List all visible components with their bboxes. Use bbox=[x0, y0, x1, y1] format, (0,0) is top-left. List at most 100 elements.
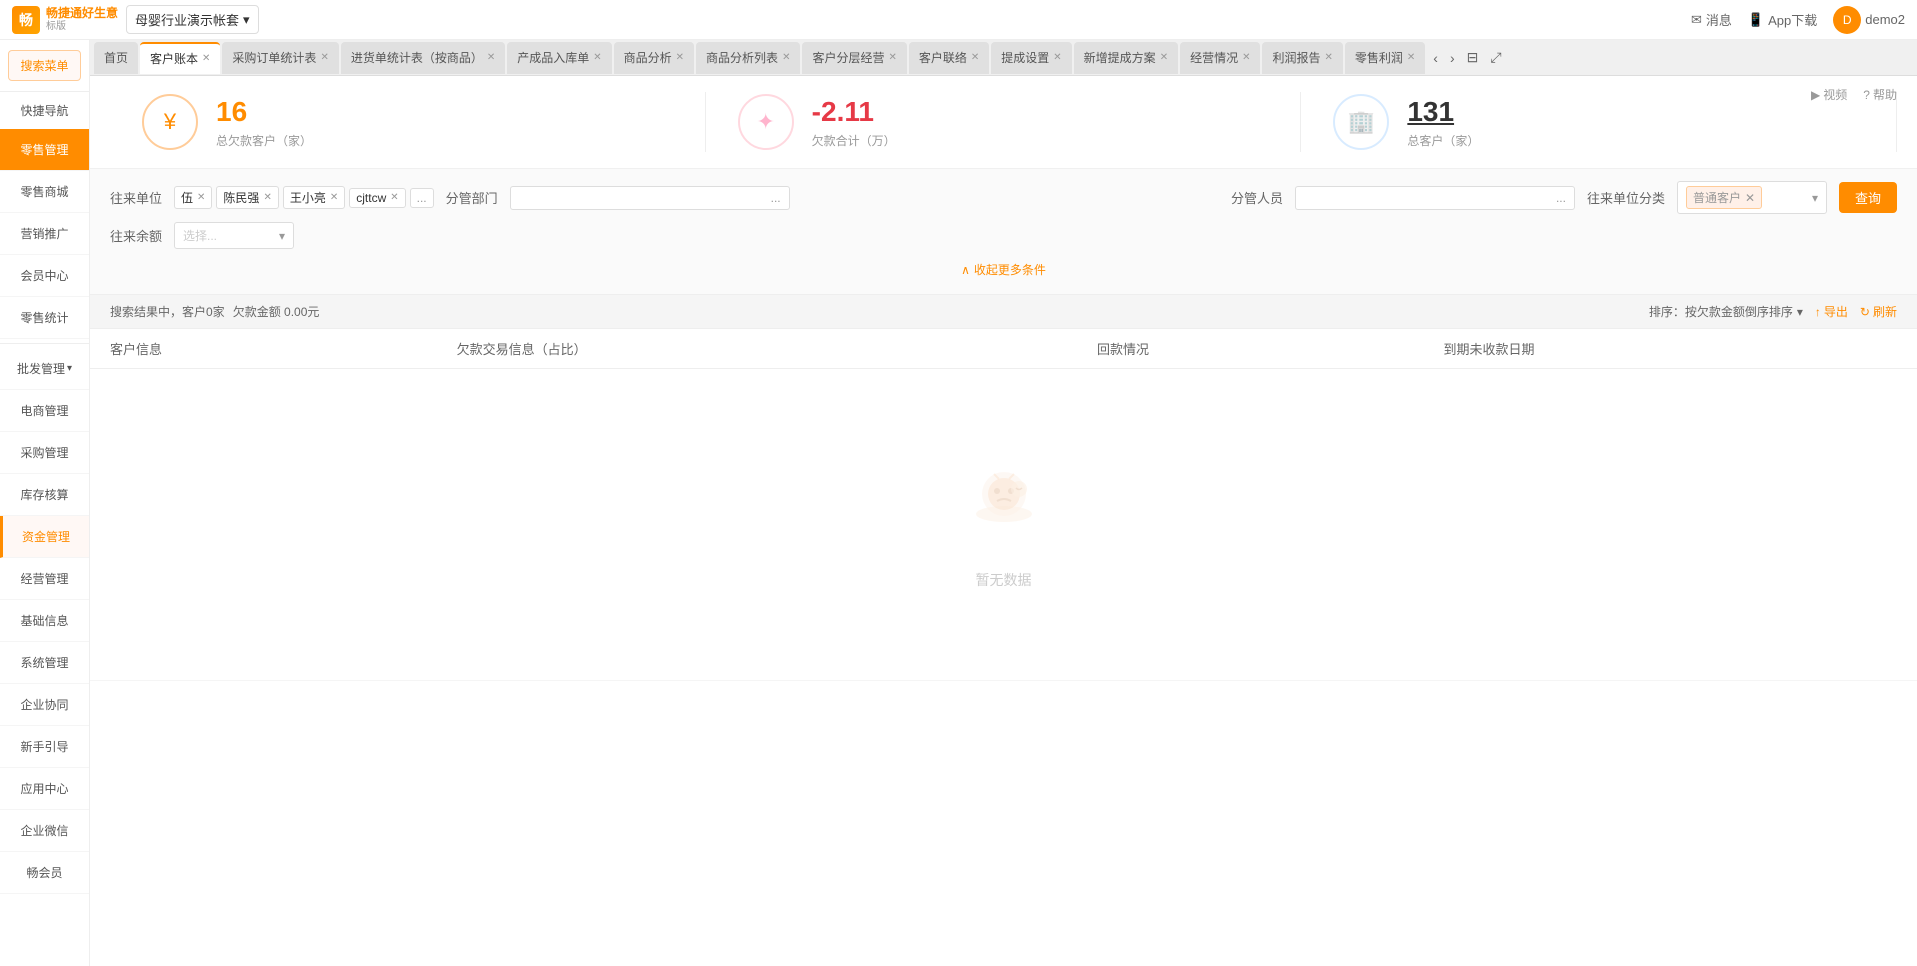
play-icon: ▶ bbox=[1811, 88, 1820, 102]
logo-icon: 畅 bbox=[12, 6, 40, 34]
store-selector[interactable]: 母婴行业演示帐套 ▾ bbox=[126, 5, 259, 34]
tab-product-analysis-list-close[interactable]: ✕ bbox=[782, 52, 790, 63]
tab-retail-profit[interactable]: 零售利润 ✕ bbox=[1345, 42, 1425, 74]
tab-operations-status-close[interactable]: ✕ bbox=[1242, 52, 1250, 63]
export-button[interactable]: ↑ 导出 bbox=[1815, 303, 1848, 320]
tab-profit-report[interactable]: 利润报告 ✕ bbox=[1262, 42, 1342, 74]
tab-promo-settings[interactable]: 提成设置 ✕ bbox=[991, 42, 1071, 74]
tab-customer-segment-close[interactable]: ✕ bbox=[888, 52, 896, 63]
sidebar-item-enterprise[interactable]: 企业协同 bbox=[0, 684, 89, 726]
filter-row-1: 往来单位 伍 ✕ 陈民强 ✕ 王小亮 ✕ bbox=[110, 181, 1897, 214]
sidebar-item-system[interactable]: 系统管理 bbox=[0, 642, 89, 684]
unit-class-tag-close[interactable]: ✕ bbox=[1745, 191, 1755, 205]
sidebar-item-marketing[interactable]: 营销推广 bbox=[0, 213, 89, 255]
tab-nav-menu[interactable]: ⊟ bbox=[1461, 49, 1485, 66]
tab-operations-status-label: 经营情况 bbox=[1190, 49, 1238, 66]
tab-product-analysis[interactable]: 商品分析 ✕ bbox=[614, 42, 694, 74]
sidebar-item-member[interactable]: 会员中心 bbox=[0, 255, 89, 297]
sidebar-item-operations[interactable]: 经营管理 bbox=[0, 558, 89, 600]
tab-production-stock-close[interactable]: ✕ bbox=[593, 52, 601, 63]
sidebar-item-retail-mall[interactable]: 零售商城 bbox=[0, 171, 89, 213]
total-icon-circle: 🏢 bbox=[1333, 94, 1389, 150]
help-action[interactable]: ? 帮助 bbox=[1863, 86, 1897, 103]
filter-tag-cjttcw[interactable]: cjttcw ✕ bbox=[349, 188, 405, 208]
tab-stock-stats-close[interactable]: ✕ bbox=[487, 52, 495, 63]
sidebar-item-finance[interactable]: 资金管理 bbox=[0, 516, 89, 558]
tab-production-stock[interactable]: 产成品入库单 ✕ bbox=[507, 42, 611, 74]
user-action[interactable]: D demo2 bbox=[1833, 6, 1905, 34]
help-label: 帮助 bbox=[1873, 86, 1897, 103]
filter-more-tags[interactable]: ... bbox=[410, 188, 434, 208]
dept-select[interactable]: ... bbox=[510, 186, 790, 210]
tab-customer-segment[interactable]: 客户分层经营 ✕ bbox=[802, 42, 906, 74]
tab-purchase-order-stats-close[interactable]: ✕ bbox=[320, 52, 328, 63]
tab-customer-contact-close[interactable]: ✕ bbox=[971, 52, 979, 63]
message-action[interactable]: ✉ 消息 bbox=[1691, 10, 1732, 29]
sort-select[interactable]: 排序：按欠款金额倒序排序 ▾ bbox=[1649, 303, 1803, 320]
sidebar-item-wholesale[interactable]: 批发管理 ▾ bbox=[0, 348, 89, 390]
tab-profit-report-close[interactable]: ✕ bbox=[1325, 52, 1333, 63]
search-button[interactable]: 查询 bbox=[1839, 182, 1897, 213]
tab-product-analysis-close[interactable]: ✕ bbox=[676, 52, 684, 63]
refresh-button[interactable]: ↻ 刷新 bbox=[1860, 303, 1897, 320]
sidebar-item-inventory[interactable]: 库存核算 bbox=[0, 474, 89, 516]
tab-home[interactable]: 首页 bbox=[94, 42, 138, 74]
tab-purchase-order-stats[interactable]: 采购订单统计表 ✕ bbox=[222, 42, 338, 74]
person-more-btn[interactable]: ... bbox=[1556, 191, 1566, 205]
balance-arrow: ▾ bbox=[279, 229, 285, 243]
money-icon: ¥ bbox=[164, 109, 176, 135]
collapse-button[interactable]: ∧ 收起更多条件 bbox=[957, 257, 1050, 282]
tab-maximize[interactable]: ⤢ bbox=[1484, 49, 1507, 66]
tab-product-analysis-list[interactable]: 商品分析列表 ✕ bbox=[696, 42, 800, 74]
tab-stock-stats[interactable]: 进货单统计表（按商品） ✕ bbox=[341, 42, 505, 74]
tag-wang-text: 王小亮 bbox=[290, 189, 326, 206]
video-action[interactable]: ▶ 视频 bbox=[1811, 86, 1847, 103]
filter-tag-wu[interactable]: 伍 ✕ bbox=[174, 186, 212, 209]
filter-tag-chen[interactable]: 陈民强 ✕ bbox=[216, 186, 278, 209]
sidebar-item-purchase[interactable]: 采购管理 bbox=[0, 432, 89, 474]
store-label: 母婴行业演示帐套 bbox=[135, 10, 239, 29]
unit-class-select[interactable]: 普通客户 ✕ ▾ bbox=[1677, 181, 1827, 214]
tab-customer-ledger-close[interactable]: ✕ bbox=[202, 53, 210, 64]
balance-select[interactable]: 选择... ▾ bbox=[174, 222, 294, 249]
total-customers-number: 131 bbox=[1407, 96, 1479, 128]
sidebar-item-quick-nav[interactable]: 快捷导航 bbox=[0, 92, 89, 129]
collapse-arrow-icon: ∧ bbox=[961, 263, 970, 277]
tab-nav-next[interactable]: › bbox=[1444, 50, 1461, 66]
tag-wu-close[interactable]: ✕ bbox=[197, 192, 205, 203]
sidebar-item-appstore[interactable]: 应用中心 bbox=[0, 768, 89, 810]
table-container: 客户信息 欠款交易信息（占比） 回款情况 到期未收款日期 bbox=[90, 329, 1917, 681]
empty-state: 暂无数据 bbox=[110, 379, 1897, 670]
sidebar-item-retail-mgmt[interactable]: 零售管理 bbox=[0, 129, 89, 171]
tab-nav-prev[interactable]: ‹ bbox=[1427, 50, 1444, 66]
tab-operations-status[interactable]: 经营情况 ✕ bbox=[1180, 42, 1260, 74]
app-download-label: App下载 bbox=[1768, 10, 1817, 29]
sidebar-item-wechat[interactable]: 企业微信 bbox=[0, 810, 89, 852]
logo-version: 标版 bbox=[46, 21, 118, 33]
dept-more-btn[interactable]: ... bbox=[771, 191, 781, 205]
customers-icon: ¥ bbox=[140, 92, 200, 152]
search-menu-button[interactable]: 搜索菜单 bbox=[8, 50, 81, 81]
summary-card-debt: ✦ -2.11 欠款合计（万） bbox=[706, 92, 1302, 152]
sidebar-item-retail-stat[interactable]: 零售统计 bbox=[0, 297, 89, 339]
filter-tag-wang[interactable]: 王小亮 ✕ bbox=[283, 186, 345, 209]
empty-cell: 暂无数据 bbox=[90, 369, 1917, 681]
app-download-action[interactable]: 📱 App下载 bbox=[1748, 10, 1817, 29]
tag-cjttcw-close[interactable]: ✕ bbox=[390, 192, 398, 203]
sidebar-item-basics[interactable]: 基础信息 bbox=[0, 600, 89, 642]
person-select[interactable]: ... bbox=[1295, 186, 1575, 210]
tab-promo-settings-close[interactable]: ✕ bbox=[1053, 52, 1061, 63]
sidebar-item-ecomm[interactable]: 电商管理 bbox=[0, 390, 89, 432]
tab-customer-ledger[interactable]: 客户账本 ✕ bbox=[140, 42, 220, 74]
sidebar-item-member2[interactable]: 畅会员 bbox=[0, 852, 89, 894]
filter-person-area: 分管人员 ... bbox=[1231, 186, 1575, 210]
sort-arrow: ▾ bbox=[1797, 305, 1803, 319]
tab-new-promo[interactable]: 新增提成方案 ✕ bbox=[1074, 42, 1178, 74]
tab-retail-profit-close[interactable]: ✕ bbox=[1407, 52, 1415, 63]
tab-new-promo-close[interactable]: ✕ bbox=[1160, 52, 1168, 63]
filter-area: 往来单位 伍 ✕ 陈民强 ✕ 王小亮 ✕ bbox=[90, 169, 1917, 295]
tag-wang-close[interactable]: ✕ bbox=[330, 192, 338, 203]
tab-customer-contact[interactable]: 客户联络 ✕ bbox=[909, 42, 989, 74]
sidebar-item-guide[interactable]: 新手引导 bbox=[0, 726, 89, 768]
tag-chen-close[interactable]: ✕ bbox=[263, 192, 271, 203]
